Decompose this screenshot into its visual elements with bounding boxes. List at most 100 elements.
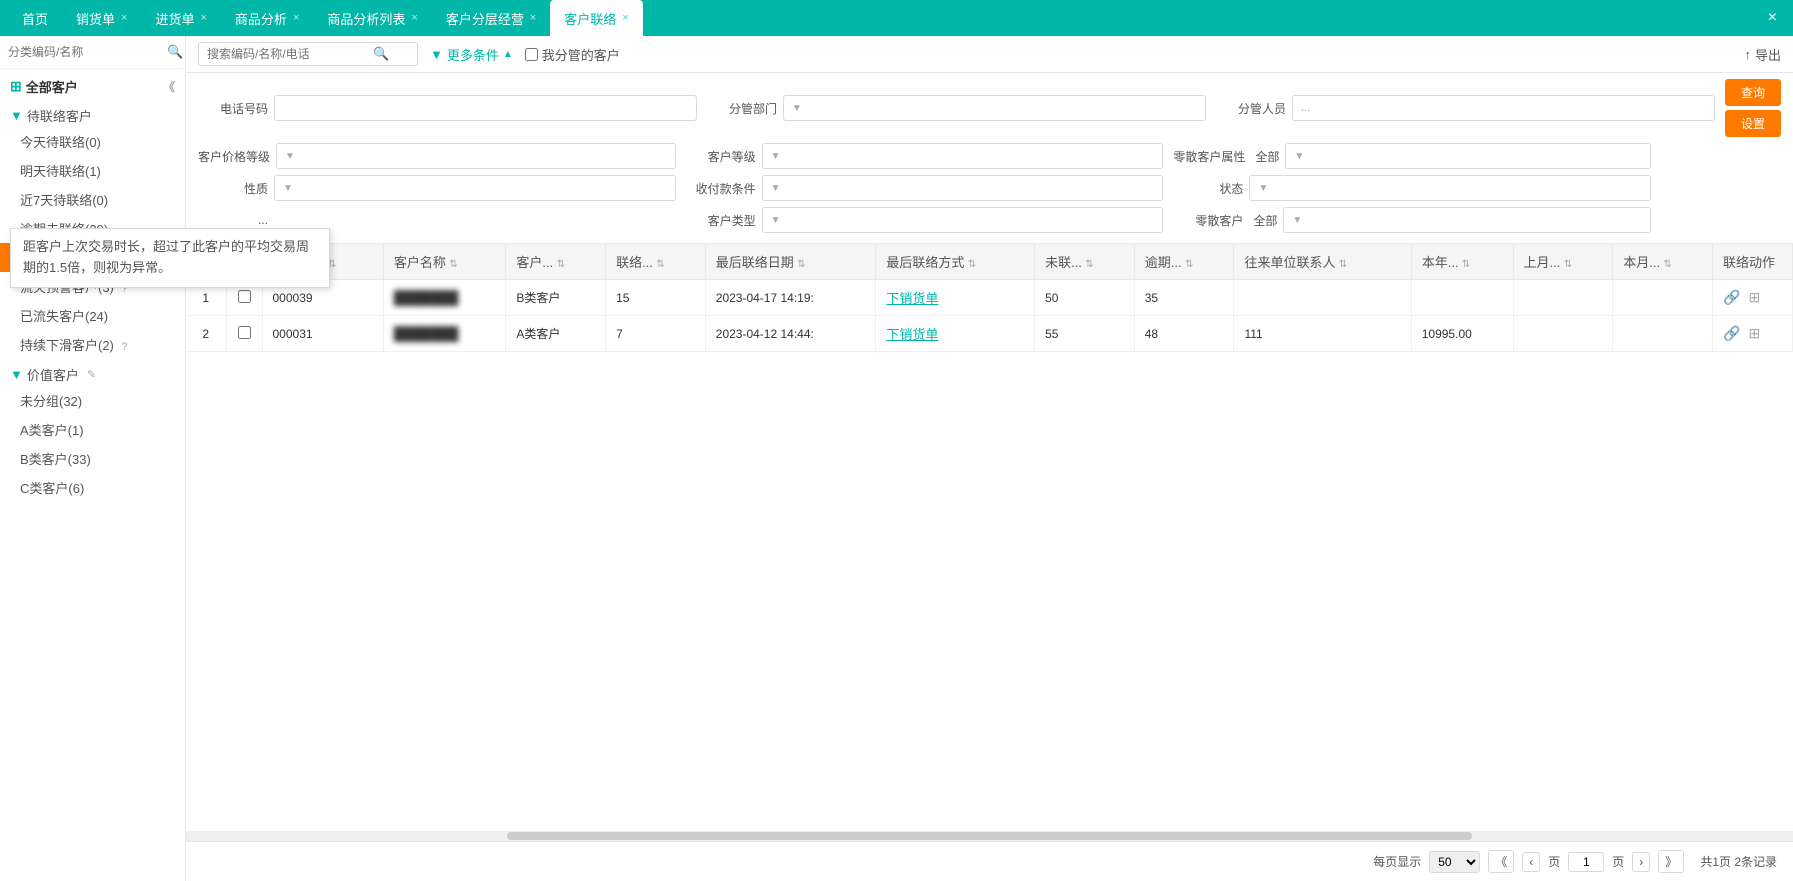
tab-product-analysis[interactable]: 商品分析 × [221, 0, 313, 36]
filter-price-grade: 客户价格等级 ▼ [198, 143, 676, 169]
tab-customer-segment[interactable]: 客户分层经营 × [432, 0, 550, 36]
help-icon-3[interactable]: ? [121, 341, 127, 353]
search-icon[interactable]: 🔍 [373, 46, 389, 62]
sidebar-search-icon[interactable]: 🔍 [167, 44, 183, 60]
close-tab-customer-segment[interactable]: × [530, 12, 536, 24]
search-input[interactable] [207, 47, 367, 61]
sidebar-item-b-class[interactable]: B类客户(33) [0, 444, 185, 473]
tab-customer-contact[interactable]: 客户联络 × [550, 0, 642, 36]
sort-date-icon[interactable]: ⇅ [797, 259, 805, 270]
sidebar-item-churned[interactable]: 已流失客户(24) [0, 301, 185, 330]
sort-person-icon[interactable]: ⇅ [1339, 259, 1347, 270]
row-link-icon-2[interactable]: 🔗 [1723, 325, 1740, 342]
customer-grade-dropdown[interactable]: ▼ [762, 143, 1164, 169]
dept-dropdown[interactable]: ▼ [783, 95, 1206, 121]
gender-dropdown[interactable]: ▼ [274, 175, 676, 201]
sidebar-item-declining[interactable]: 持续下滑客户(2) ? [0, 330, 185, 359]
query-button[interactable]: 查询 [1725, 79, 1781, 106]
col-header-this-year: 本年... ⇅ [1411, 244, 1513, 280]
row-contact-person-2: 111 [1234, 316, 1411, 352]
row-uncontacted-1: 50 [1035, 280, 1135, 316]
row-last-date-1: 2023-04-17 14:19: [705, 280, 876, 316]
customer-table: ⚙ 客户编码 ⇅ 客户名称 ⇅ [186, 244, 1793, 352]
sidebar-item-unclassified[interactable]: 未分组(32) [0, 386, 185, 415]
more-conditions-button[interactable]: ▼ 更多条件 ▲ [430, 45, 513, 64]
export-button[interactable]: ↑ 导出 [1744, 45, 1781, 64]
my-customers-checkbox[interactable]: 我分管的客户 [525, 45, 620, 64]
filter-gender: 性质 ▼ [198, 175, 676, 201]
filter-row-1: 电话号码 分管部门 ▼ 分管人员 ... 查询 设置 [198, 79, 1781, 137]
sort-overdue-icon[interactable]: ⇅ [1185, 259, 1193, 270]
row-name-1: ███████ [383, 280, 505, 316]
price-grade-dropdown[interactable]: ▼ [276, 143, 676, 169]
sidebar-item-c-class[interactable]: C类客户(6) [0, 473, 185, 502]
first-page-button[interactable]: 《 [1488, 850, 1514, 873]
payment-dropdown[interactable]: ▼ [762, 175, 1164, 201]
col-header-this-month: 本月... ⇅ [1613, 244, 1713, 280]
filter-action-buttons: 查询 设置 [1725, 79, 1781, 137]
close-all-button[interactable]: × [1760, 9, 1785, 27]
row-check-2[interactable] [226, 316, 262, 352]
pending-contact-group[interactable]: ▼ 待联络客户 [0, 100, 185, 127]
page-number-input[interactable] [1568, 852, 1604, 872]
close-tab-product-analysis-list[interactable]: × [411, 12, 417, 24]
sidebar-item-7day-contact[interactable]: 近7天待联络(0) [0, 185, 185, 214]
sidebar-item-tomorrow-contact[interactable]: 明天待联络(1) [0, 156, 185, 185]
close-tab-purchase-order[interactable]: × [200, 12, 206, 24]
my-customers-check[interactable] [525, 48, 538, 61]
sidebar-item-a-class[interactable]: A类客户(1) [0, 415, 185, 444]
row-grade-1: B类客户 [506, 280, 606, 316]
row-grid-icon-2[interactable]: ⊞ [1748, 325, 1760, 342]
row-last-method-1[interactable]: 下销货单 [876, 280, 1035, 316]
value-customer-group[interactable]: ▼ 价值客户 ✎ [0, 359, 185, 386]
sort-this-month-icon[interactable]: ⇅ [1663, 259, 1671, 270]
row-last-method-2[interactable]: 下销货单 [876, 316, 1035, 352]
chevron-icon: ▲ [503, 49, 513, 60]
person-input[interactable]: ... [1292, 95, 1715, 121]
set-button[interactable]: 设置 [1725, 110, 1781, 137]
chevron-down-icon: ▼ [10, 108, 23, 123]
row-checkbox-2[interactable] [238, 326, 251, 339]
export-icon: ↑ [1744, 47, 1751, 62]
tab-purchase-order[interactable]: 进货单 × [141, 0, 220, 36]
filter-icon: ▼ [430, 47, 443, 62]
sort-year-icon[interactable]: ⇅ [1462, 259, 1470, 270]
row-code-2: 000031 [262, 316, 383, 352]
retail-attr-dropdown[interactable]: ▼ [1285, 143, 1651, 169]
scroll-thumb[interactable] [507, 832, 1471, 840]
close-tab-sales-order[interactable]: × [121, 12, 127, 24]
filter-row-4: ... 客户类型 ▼ 零散客户 全部 ▼ [198, 207, 1781, 233]
row-last-month-2 [1513, 316, 1613, 352]
customer-type-dropdown[interactable]: ▼ [762, 207, 1164, 233]
sort-method-icon[interactable]: ⇅ [968, 259, 976, 270]
horizontal-scrollbar[interactable] [186, 831, 1793, 841]
row-checkbox-1[interactable] [238, 290, 251, 303]
phone-input[interactable] [274, 95, 697, 121]
close-tab-product-analysis[interactable]: × [293, 12, 299, 24]
tab-product-analysis-list[interactable]: 商品分析列表 × [313, 0, 431, 36]
filter-row-2: 客户价格等级 ▼ 客户等级 ▼ 零散客户属性 全部 ▼ [198, 143, 1781, 169]
col-header-name: 客户名称 ⇅ [383, 244, 505, 280]
sidebar-item-today-contact[interactable]: 今天待联络(0) [0, 127, 185, 156]
close-tab-customer-contact[interactable]: × [622, 12, 628, 24]
sidebar-search-input[interactable] [8, 45, 163, 59]
prev-page-button[interactable]: ‹ [1522, 852, 1540, 872]
status-dropdown[interactable]: ▼ [1249, 175, 1651, 201]
per-page-select[interactable]: 50 100 200 [1429, 851, 1480, 873]
next-page-button[interactable]: › [1632, 852, 1650, 872]
edit-value-icon[interactable]: ✎ [87, 368, 96, 381]
row-link-icon-1[interactable]: 🔗 [1723, 289, 1740, 306]
tab-home[interactable]: 首页 [8, 0, 62, 36]
sidebar-collapse-icon[interactable]: 《 [163, 78, 175, 95]
retail-customer-dropdown[interactable]: ▼ [1283, 207, 1651, 233]
tab-sales-order[interactable]: 销货单 × [62, 0, 141, 36]
filter-payment: 收付款条件 ▼ [686, 175, 1164, 201]
last-page-button[interactable]: 》 [1658, 850, 1684, 873]
sort-last-month-icon[interactable]: ⇅ [1564, 259, 1572, 270]
row-grid-icon-1[interactable]: ⊞ [1748, 289, 1760, 306]
sort-contact-icon[interactable]: ⇅ [656, 259, 664, 270]
col-header-grade: 客户... ⇅ [506, 244, 606, 280]
sort-uncontacted-icon[interactable]: ⇅ [1085, 259, 1093, 270]
sort-name-icon[interactable]: ⇅ [449, 259, 457, 270]
sort-grade-icon[interactable]: ⇅ [557, 259, 565, 270]
